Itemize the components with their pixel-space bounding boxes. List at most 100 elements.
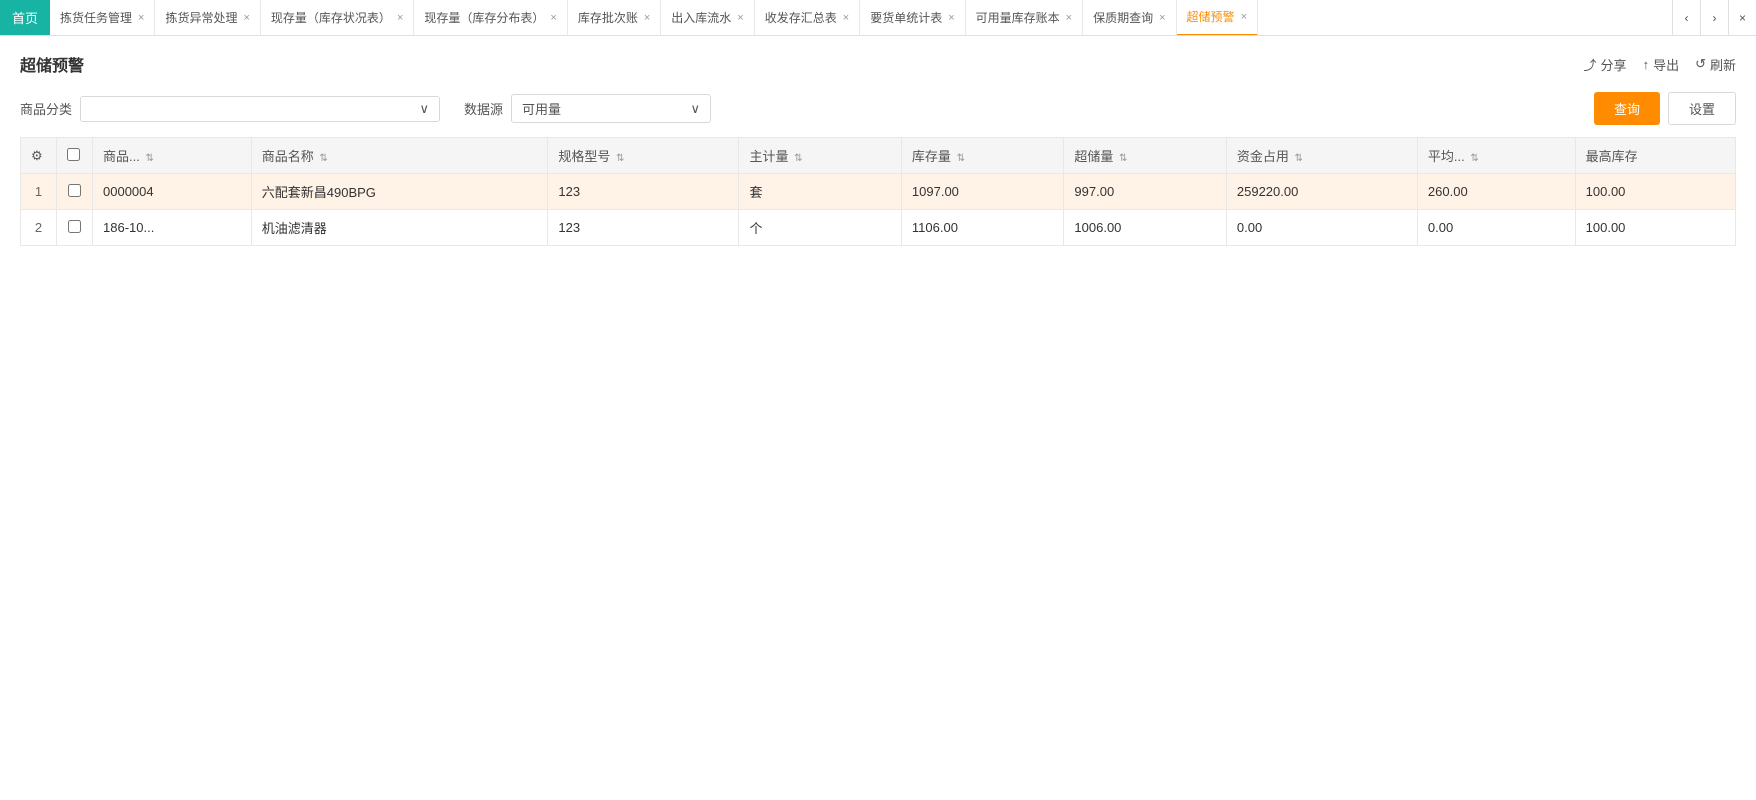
chevron-down-icon: ∨: [420, 101, 430, 117]
avg: 0.00: [1417, 210, 1575, 246]
tab-close-icon[interactable]: ×: [1241, 11, 1247, 23]
tab-close-icon[interactable]: ×: [1159, 12, 1165, 24]
sort-icon[interactable]: ⇅: [145, 153, 153, 164]
share-label: 分享: [1601, 55, 1627, 74]
tab-close-icon[interactable]: ×: [550, 12, 556, 24]
table-header-row: ⚙ 商品... ⇅ 商品名称 ⇅ 规格型号 ⇅ 主计量: [21, 138, 1736, 174]
page-title: 超储预警: [20, 52, 84, 76]
tab-label: 可用量库存账本: [976, 9, 1060, 26]
tab-keyongliang-zhangben[interactable]: 可用量库存账本 ×: [966, 0, 1083, 36]
nav-arrows: ‹ › ×: [1672, 0, 1756, 36]
settings-button[interactable]: 设置: [1668, 92, 1736, 125]
th-goods-name-label: 商品名称: [262, 149, 314, 164]
th-settings: ⚙: [21, 138, 57, 174]
category-filter: 商品分类 ∨: [20, 96, 440, 122]
query-button[interactable]: 查询: [1594, 92, 1660, 125]
refresh-icon: ↺: [1695, 56, 1706, 72]
tab-close-icon[interactable]: ×: [397, 12, 403, 24]
row-checkbox-cell: [57, 174, 93, 210]
th-unit-label: 主计量: [749, 149, 788, 164]
over-stock: 1006.00: [1064, 210, 1226, 246]
tab-xiancunliang-kuanzhuang[interactable]: 现存量（库存状况表） ×: [261, 0, 414, 36]
tab-label: 现存量（库存分布表）: [424, 9, 544, 26]
max-stock: 100.00: [1575, 174, 1735, 210]
tab-label: 收发存汇总表: [765, 9, 837, 26]
max-stock: 100.00: [1575, 210, 1735, 246]
row-checkbox[interactable]: [68, 184, 81, 197]
tab-jianghuo-renwu[interactable]: 拣货任务管理 ×: [50, 0, 155, 36]
stock: 1097.00: [901, 174, 1063, 210]
share-button[interactable]: ⤴ 分享: [1584, 55, 1627, 74]
th-checkbox: [57, 138, 93, 174]
tab-churuku-liushui[interactable]: 出入库流水 ×: [661, 0, 754, 36]
select-all-checkbox[interactable]: [67, 148, 80, 161]
nav-prev-button[interactable]: ‹: [1672, 0, 1700, 36]
tab-label: 出入库流水: [671, 9, 731, 26]
filter-row: 商品分类 ∨ 数据源 可用量 ∨ 查询 设置: [20, 92, 1736, 125]
th-goods-code: 商品... ⇅: [93, 138, 252, 174]
tab-close-icon[interactable]: ×: [1066, 12, 1072, 24]
category-label: 商品分类: [20, 99, 72, 118]
th-max-stock: 最高库存: [1575, 138, 1735, 174]
nav-next-button[interactable]: ›: [1700, 0, 1728, 36]
th-unit: 主计量 ⇅: [739, 138, 901, 174]
header-actions: ⤴ 分享 ↑ 导出 ↺ 刷新: [1584, 55, 1736, 74]
th-avg: 平均... ⇅: [1417, 138, 1575, 174]
tab-close-icon[interactable]: ×: [243, 12, 249, 24]
th-over-stock-label: 超储量: [1074, 149, 1113, 164]
datasource-filter: 数据源 可用量 ∨: [464, 94, 711, 123]
goods-name: 六配套新昌490BPG: [251, 174, 548, 210]
sort-icon[interactable]: ⇅: [1295, 153, 1303, 164]
spec: 123: [548, 174, 739, 210]
tab-close-icon[interactable]: ×: [138, 12, 144, 24]
export-button[interactable]: ↑ 导出: [1643, 55, 1680, 74]
category-select[interactable]: ∨: [80, 96, 440, 122]
home-tab[interactable]: 首页: [0, 0, 50, 36]
tab-baozhi-chaxun[interactable]: 保质期查询 ×: [1083, 0, 1176, 36]
nav-close-button[interactable]: ×: [1728, 0, 1756, 36]
tab-close-icon[interactable]: ×: [737, 12, 743, 24]
unit: 套: [739, 174, 901, 210]
tab-chaochuyujing[interactable]: 超储预警 ×: [1177, 0, 1258, 36]
tab-close-icon[interactable]: ×: [843, 12, 849, 24]
chevron-down-icon: ∨: [691, 101, 701, 117]
row-num: 2: [21, 210, 57, 246]
tab-yaohuo-tongji[interactable]: 要货单统计表 ×: [860, 0, 965, 36]
top-nav: 首页 拣货任务管理 × 拣货异常处理 × 现存量（库存状况表） × 现存量（库存…: [0, 0, 1756, 36]
th-spec: 规格型号 ⇅: [548, 138, 739, 174]
avg: 260.00: [1417, 174, 1575, 210]
tab-label: 拣货任务管理: [60, 9, 132, 26]
datasource-value: 可用量: [522, 99, 561, 118]
capital: 259220.00: [1226, 174, 1417, 210]
th-goods-code-label: 商品...: [103, 149, 140, 164]
refresh-button[interactable]: ↺ 刷新: [1695, 55, 1736, 74]
tab-label: 库存批次账: [578, 9, 638, 26]
datasource-select[interactable]: 可用量 ∨: [511, 94, 711, 123]
tab-close-icon[interactable]: ×: [644, 12, 650, 24]
tab-label: 保质期查询: [1093, 9, 1153, 26]
page-header: 超储预警 ⤴ 分享 ↑ 导出 ↺ 刷新: [20, 52, 1736, 76]
tab-label: 超储预警: [1187, 8, 1235, 25]
sort-icon[interactable]: ⇅: [616, 153, 624, 164]
th-goods-name: 商品名称 ⇅: [251, 138, 548, 174]
sort-icon[interactable]: ⇅: [1119, 153, 1127, 164]
sort-icon[interactable]: ⇅: [957, 153, 965, 164]
sort-icon[interactable]: ⇅: [319, 153, 327, 164]
tab-kucun-pici[interactable]: 库存批次账 ×: [568, 0, 661, 36]
tab-jianghuo-yichang[interactable]: 拣货异常处理 ×: [155, 0, 260, 36]
sort-icon[interactable]: ⇅: [1470, 153, 1478, 164]
th-stock: 库存量 ⇅: [901, 138, 1063, 174]
export-icon: ↑: [1643, 57, 1650, 72]
row-checkbox[interactable]: [68, 220, 81, 233]
refresh-label: 刷新: [1710, 55, 1736, 74]
th-capital-label: 资金占用: [1237, 149, 1289, 164]
sort-icon[interactable]: ⇅: [794, 153, 802, 164]
gear-icon[interactable]: ⚙: [31, 148, 43, 163]
tab-shoufacun-huizong[interactable]: 收发存汇总表 ×: [755, 0, 860, 36]
th-spec-label: 规格型号: [558, 149, 610, 164]
spec: 123: [548, 210, 739, 246]
table-row: 1 0000004 六配套新昌490BPG 123 套 1097.00 997.…: [21, 174, 1736, 210]
unit: 个: [739, 210, 901, 246]
tab-close-icon[interactable]: ×: [948, 12, 954, 24]
tab-xiancunliang-fenbiao[interactable]: 现存量（库存分布表） ×: [414, 0, 567, 36]
